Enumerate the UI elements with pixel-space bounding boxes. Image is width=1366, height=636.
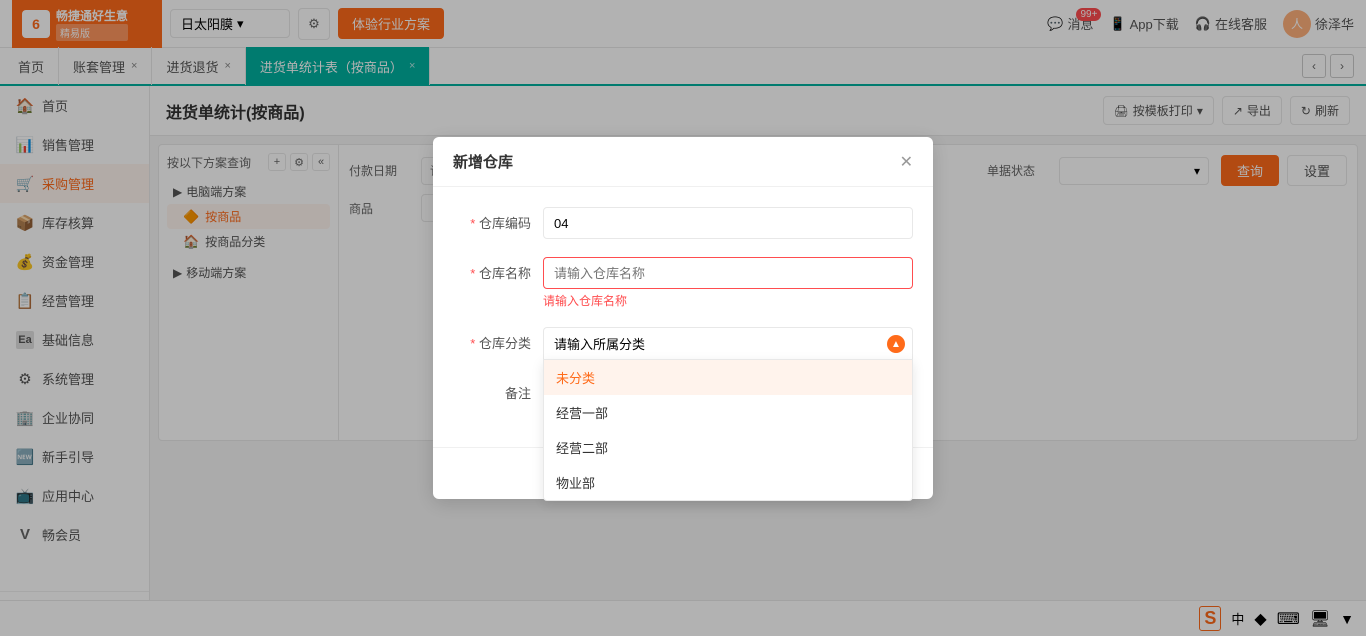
form-row-warehouse-category: * 仓库分类 请输入所属分类 ▲ 未分类 经营一部 经营二部 物业部	[453, 327, 913, 359]
form-row-warehouse-name: * 仓库名称 请输入仓库名称	[453, 257, 913, 309]
warehouse-name-error: 请输入仓库名称	[543, 292, 913, 309]
modal-overlay: 新增仓库 ✕ * 仓库编码 * 仓库名称	[0, 0, 1366, 636]
category-select-wrapper: 请输入所属分类 ▲ 未分类 经营一部 经营二部 物业部	[543, 327, 913, 359]
warehouse-code-label: * 仓库编码	[453, 207, 543, 232]
note-label: 备注	[453, 377, 543, 402]
warehouse-name-input[interactable]	[543, 257, 913, 289]
warehouse-name-label: * 仓库名称	[453, 257, 543, 282]
category-select[interactable]: 请输入所属分类	[543, 327, 913, 359]
dropdown-item-dept2[interactable]: 经营二部	[544, 430, 912, 465]
dropdown-item-dept3[interactable]: 物业部	[544, 465, 912, 500]
warehouse-category-field: 请输入所属分类 ▲ 未分类 经营一部 经营二部 物业部	[543, 327, 913, 359]
modal-header: 新增仓库 ✕	[433, 137, 933, 187]
new-warehouse-modal: 新增仓库 ✕ * 仓库编码 * 仓库名称	[433, 137, 933, 499]
warehouse-name-field: 请输入仓库名称	[543, 257, 913, 309]
dropdown-item-dept1[interactable]: 经营一部	[544, 395, 912, 430]
warehouse-code-field	[543, 207, 913, 239]
category-placeholder: 请输入所属分类	[554, 334, 645, 353]
modal-close-button[interactable]: ✕	[900, 152, 913, 172]
warehouse-category-label: * 仓库分类	[453, 327, 543, 352]
modal-title: 新增仓库	[453, 151, 900, 172]
dropdown-item-uncategorized[interactable]: 未分类	[544, 360, 912, 395]
modal-body: * 仓库编码 * 仓库名称 请输入仓库名称	[433, 187, 933, 447]
category-select-arrow[interactable]: ▲	[887, 335, 905, 353]
form-row-warehouse-code: * 仓库编码	[453, 207, 913, 239]
category-dropdown-list: 未分类 经营一部 经营二部 物业部	[543, 359, 913, 501]
warehouse-code-input[interactable]	[543, 207, 913, 239]
